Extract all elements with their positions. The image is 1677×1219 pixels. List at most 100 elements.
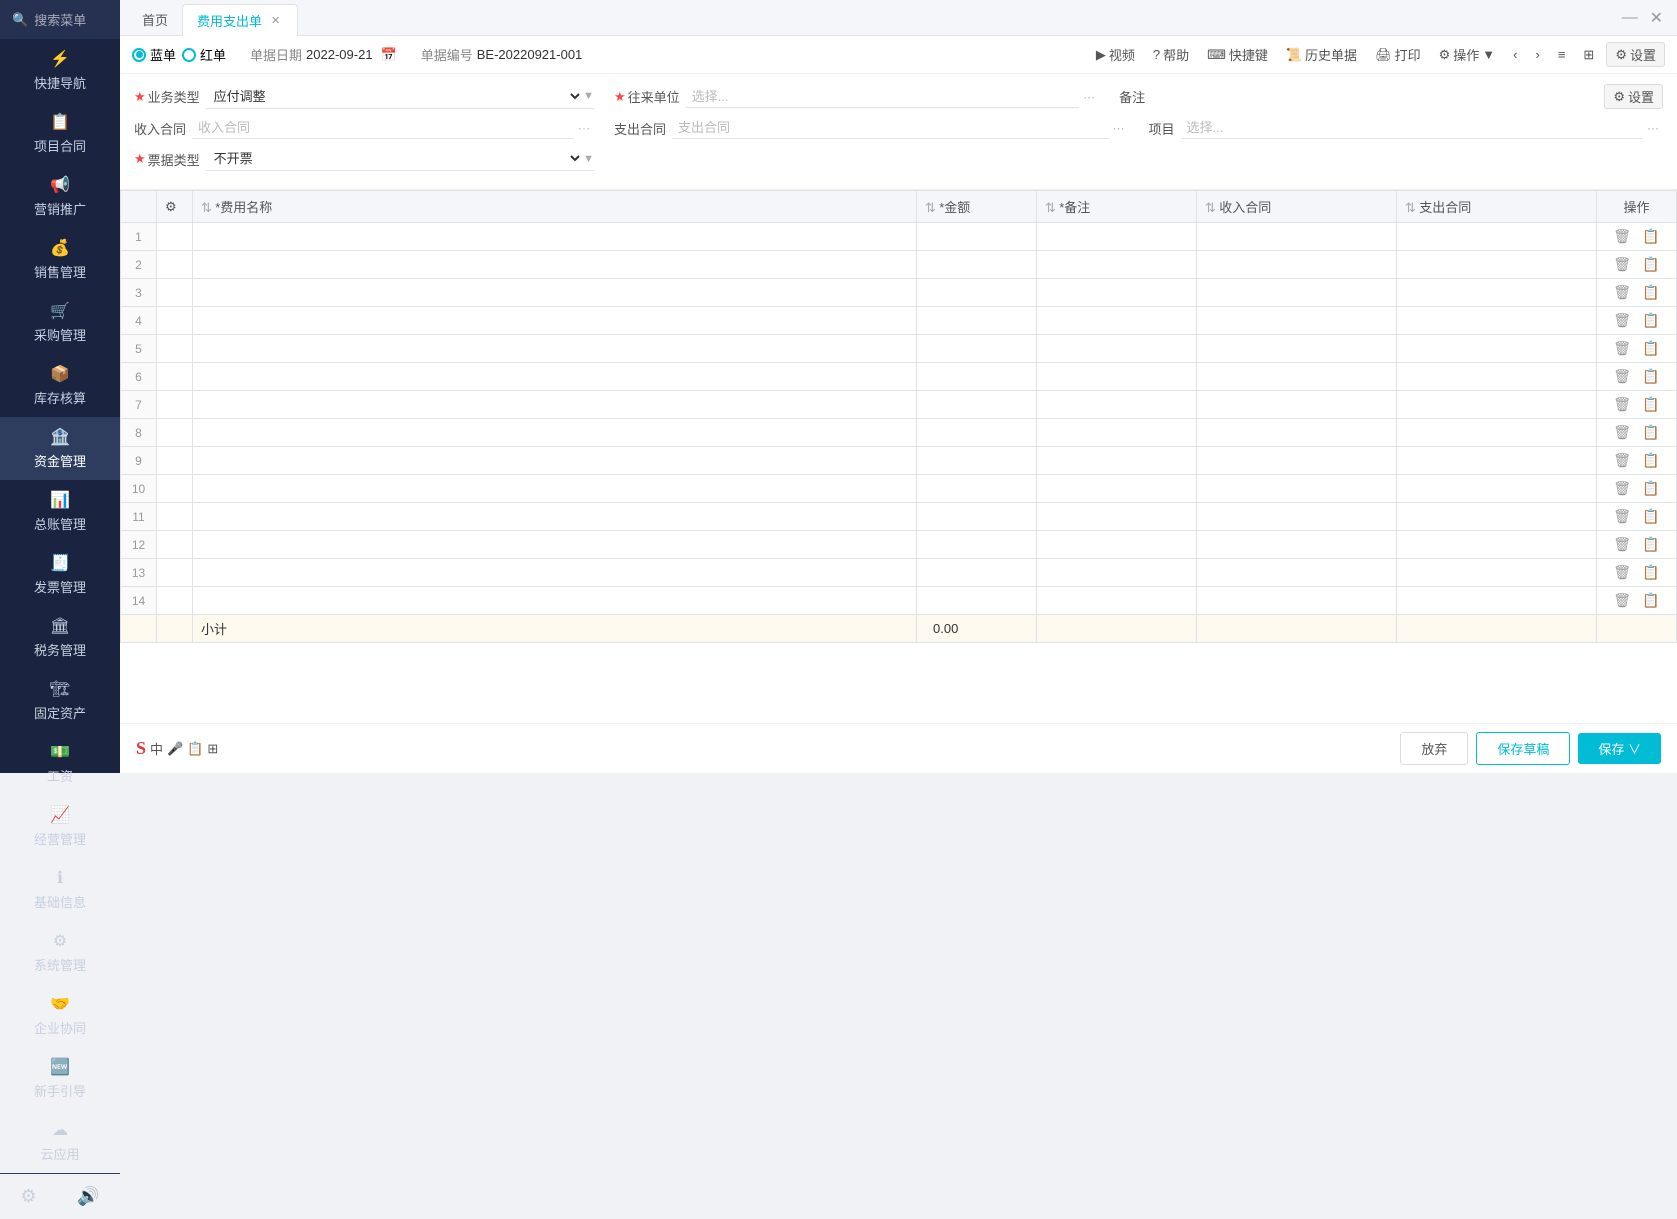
row-expense-name-cell[interactable]	[193, 279, 917, 307]
window-close-btn[interactable]: ✕	[1644, 6, 1669, 30]
row-copy-icon[interactable]: 📋	[1638, 310, 1663, 330]
row-delete-icon[interactable]: 🗑	[1609, 282, 1635, 302]
sidebar-item-fixed-assets[interactable]: 🏗固定资产	[0, 669, 120, 732]
row-amount-cell[interactable]	[917, 307, 1037, 335]
row-expense-contract-cell[interactable]	[1397, 363, 1597, 391]
row-expense-contract-cell[interactable]	[1397, 419, 1597, 447]
view-list-btn[interactable]: ≡	[1552, 45, 1572, 64]
project-input[interactable]	[1181, 117, 1643, 139]
row-copy-icon[interactable]: 📋	[1638, 254, 1663, 274]
project-dots-btn[interactable]: ···	[1643, 121, 1663, 135]
row-income-contract-cell[interactable]	[1197, 559, 1397, 587]
partner-input[interactable]	[686, 86, 1080, 108]
invoice-type-select-wrapper[interactable]: 不开票 ▼	[206, 147, 594, 171]
row-expense-name-cell[interactable]	[193, 419, 917, 447]
row-expense-name-cell[interactable]	[193, 307, 917, 335]
sidebar-item-capital-mgmt[interactable]: 🏦资金管理	[0, 417, 120, 480]
row-expense-name-cell[interactable]	[193, 363, 917, 391]
row-expense-contract-cell[interactable]	[1397, 307, 1597, 335]
row-amount-cell[interactable]	[917, 419, 1037, 447]
amount-sort-icon[interactable]: ⇅	[925, 200, 936, 215]
row-copy-icon[interactable]: 📋	[1638, 506, 1663, 526]
sidebar-item-payroll[interactable]: 💵工资	[0, 732, 120, 795]
row-expense-contract-cell[interactable]	[1397, 503, 1597, 531]
blue-bill-radio[interactable]: 蓝单	[132, 45, 176, 64]
row-copy-icon[interactable]: 📋	[1638, 282, 1663, 302]
video-btn[interactable]: ▶ 视频	[1090, 43, 1141, 66]
row-expense-name-cell[interactable]	[193, 503, 917, 531]
sidebar-search[interactable]: 🔍 搜索菜单	[0, 0, 120, 39]
row-expense-name-cell[interactable]	[193, 531, 917, 559]
row-expense-name-cell[interactable]	[193, 559, 917, 587]
expense-name-sort-icon[interactable]: ⇅	[201, 200, 212, 215]
tab-close-icon[interactable]: ✕	[268, 13, 283, 28]
remark-sort-icon[interactable]: ⇅	[1045, 200, 1056, 215]
sidebar-item-corp-collab[interactable]: 🤝企业协同	[0, 984, 120, 1047]
row-remark-cell[interactable]	[1037, 363, 1197, 391]
row-delete-icon[interactable]: 🗑	[1609, 310, 1635, 330]
row-amount-cell[interactable]	[917, 447, 1037, 475]
row-amount-cell[interactable]	[917, 251, 1037, 279]
row-income-contract-cell[interactable]	[1197, 223, 1397, 251]
row-expense-contract-cell[interactable]	[1397, 251, 1597, 279]
row-amount-cell[interactable]	[917, 363, 1037, 391]
print-btn[interactable]: 🖨 打印	[1369, 43, 1427, 66]
row-delete-icon[interactable]: 🗑	[1609, 226, 1635, 246]
sidebar-item-marketing[interactable]: 📢营销推广	[0, 165, 120, 228]
row-expense-contract-cell[interactable]	[1397, 223, 1597, 251]
shortcut-btn[interactable]: ⌨ 快捷键	[1201, 43, 1274, 66]
biz-type-select-wrapper[interactable]: 应付调整 ▼	[206, 85, 594, 109]
row-delete-icon[interactable]: 🗑	[1609, 590, 1635, 610]
row-delete-icon[interactable]: 🗑	[1609, 478, 1635, 498]
row-delete-icon[interactable]: 🗑	[1609, 450, 1635, 470]
view-grid-btn[interactable]: ⊞	[1577, 45, 1600, 65]
row-income-contract-cell[interactable]	[1197, 447, 1397, 475]
sidebar-item-ops-mgmt[interactable]: 📈经营管理	[0, 795, 120, 858]
row-expense-name-cell[interactable]	[193, 587, 917, 615]
row-copy-icon[interactable]: 📋	[1638, 338, 1663, 358]
row-delete-icon[interactable]: 🗑	[1609, 422, 1635, 442]
row-amount-cell[interactable]	[917, 559, 1037, 587]
row-income-contract-cell[interactable]	[1197, 307, 1397, 335]
sidebar-item-project-contract[interactable]: 📋项目合同	[0, 102, 120, 165]
operate-btn[interactable]: ⚙ 操作 ▼	[1433, 43, 1502, 66]
col-config[interactable]: ⚙	[157, 191, 193, 223]
invoice-type-select[interactable]: 不开票	[206, 147, 583, 170]
row-amount-cell[interactable]	[917, 279, 1037, 307]
row-delete-icon[interactable]: 🗑	[1609, 506, 1635, 526]
row-income-contract-cell[interactable]	[1197, 419, 1397, 447]
row-expense-contract-cell[interactable]	[1397, 335, 1597, 363]
row-expense-name-cell[interactable]	[193, 447, 917, 475]
row-income-contract-cell[interactable]	[1197, 251, 1397, 279]
row-amount-cell[interactable]	[917, 475, 1037, 503]
row-expense-contract-cell[interactable]	[1397, 587, 1597, 615]
row-income-contract-cell[interactable]	[1197, 363, 1397, 391]
row-remark-cell[interactable]	[1037, 223, 1197, 251]
row-expense-name-cell[interactable]	[193, 475, 917, 503]
settings-btn[interactable]: ⚙ 设置	[1606, 42, 1665, 67]
row-remark-cell[interactable]	[1037, 475, 1197, 503]
row-remark-cell[interactable]	[1037, 559, 1197, 587]
row-delete-icon[interactable]: 🗑	[1609, 534, 1635, 554]
row-remark-cell[interactable]	[1037, 419, 1197, 447]
row-income-contract-cell[interactable]	[1197, 475, 1397, 503]
discard-button[interactable]: 放弃	[1400, 732, 1468, 765]
row-delete-icon[interactable]: 🗑	[1609, 254, 1635, 274]
row-copy-icon[interactable]: 📋	[1638, 450, 1663, 470]
tab-home[interactable]: 首页	[128, 4, 182, 36]
sidebar-item-sys-mgmt[interactable]: ⚙系统管理	[0, 921, 120, 984]
income-contract-sort-icon[interactable]: ⇅	[1205, 200, 1216, 215]
partner-dots-btn[interactable]: ···	[1079, 90, 1099, 104]
row-amount-cell[interactable]	[917, 587, 1037, 615]
row-income-contract-cell[interactable]	[1197, 391, 1397, 419]
window-minimize-btn[interactable]: —	[1616, 7, 1644, 29]
row-remark-cell[interactable]	[1037, 587, 1197, 615]
row-income-contract-cell[interactable]	[1197, 503, 1397, 531]
history-btn[interactable]: 📜 历史单据	[1280, 43, 1363, 66]
calendar-icon[interactable]: 📅	[381, 47, 397, 63]
volume-icon[interactable]: 🔊	[69, 1182, 107, 1211]
row-amount-cell[interactable]	[917, 223, 1037, 251]
row-copy-icon[interactable]: 📋	[1638, 534, 1663, 554]
sidebar-item-invoice-mgmt[interactable]: 🧾发票管理	[0, 543, 120, 606]
row-copy-icon[interactable]: 📋	[1638, 562, 1663, 582]
